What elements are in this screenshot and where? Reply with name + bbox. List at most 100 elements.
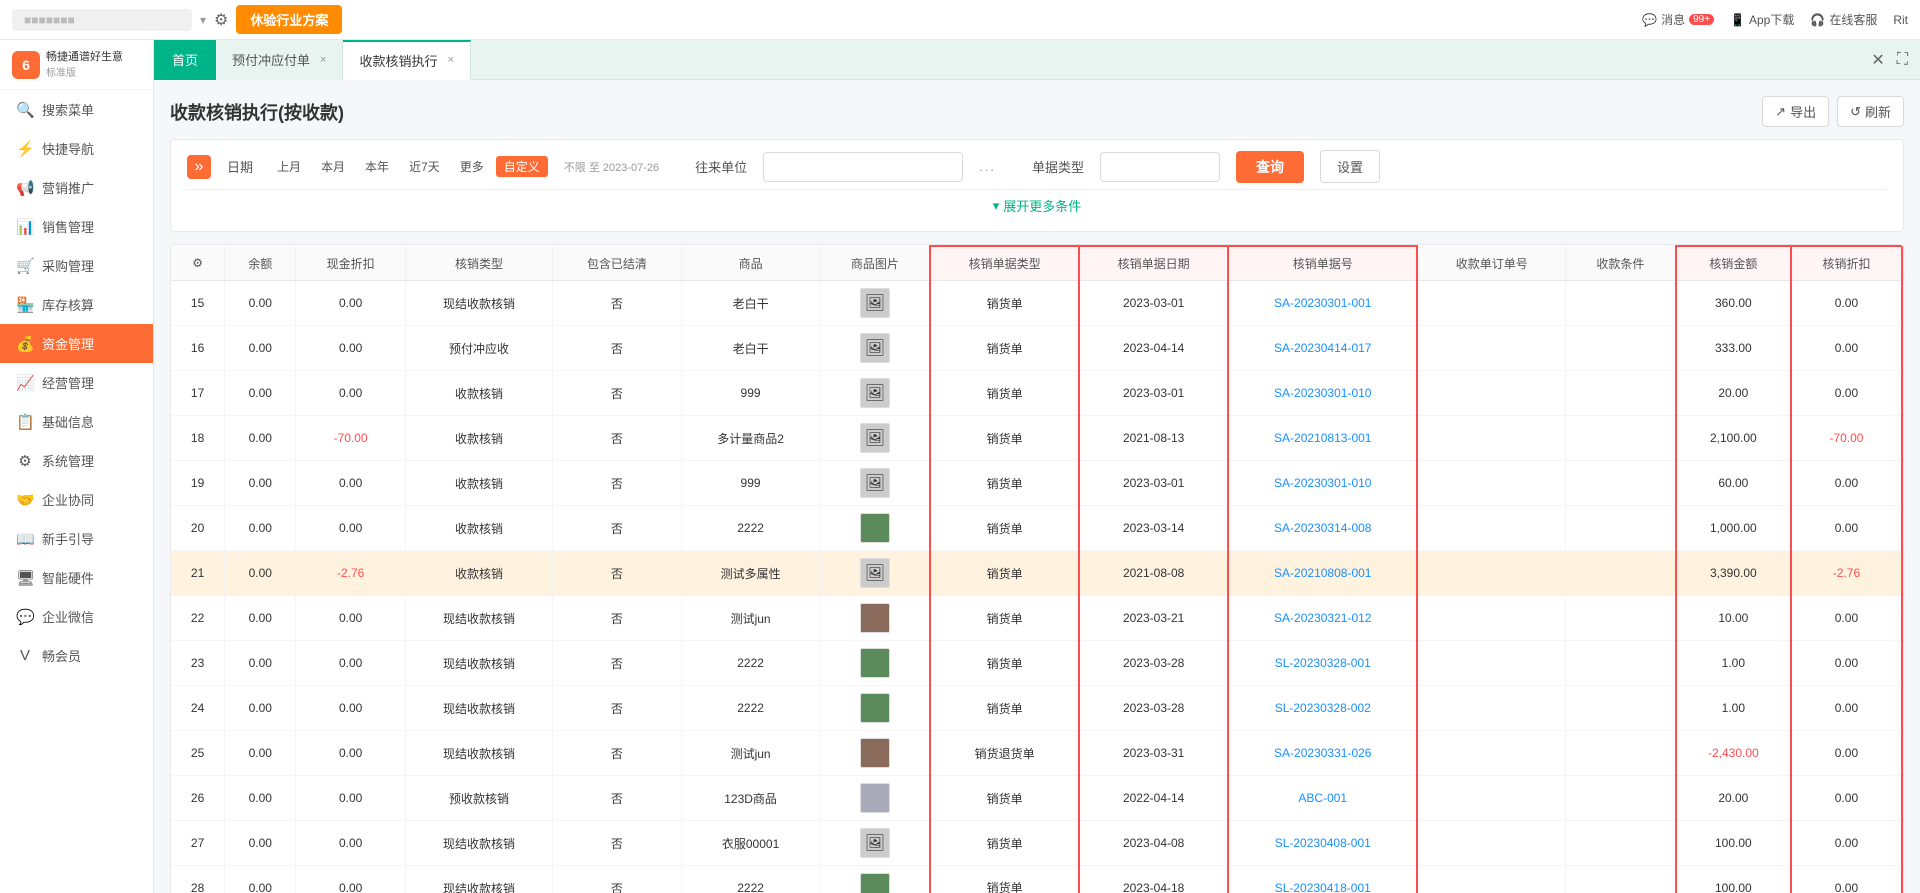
- sidebar-icon-2: 📢: [16, 179, 34, 197]
- cell-discount: -70.00: [1791, 416, 1902, 461]
- sidebar-item-10[interactable]: 🤝 企业协同: [0, 480, 153, 519]
- sidebar-item-7[interactable]: 📈 经营管理: [0, 363, 153, 402]
- tab-writeoff[interactable]: 收款核销执行 ×: [343, 40, 470, 80]
- cell-goods-img: 🖼: [820, 551, 930, 596]
- cell-doc-no: SA-20230314-008: [1228, 506, 1417, 551]
- logo-name: 畅捷通谱好生意: [46, 50, 123, 64]
- sidebar-item-2[interactable]: 📢 营销推广: [0, 168, 153, 207]
- tab-prepay-close[interactable]: ×: [320, 54, 326, 66]
- cell-discount: 0.00: [1791, 731, 1902, 776]
- sidebar-item-13[interactable]: 💬 企业微信: [0, 597, 153, 636]
- doc-no-link[interactable]: SA-20230301-010: [1274, 386, 1371, 400]
- doc-no-link[interactable]: SA-20230301-010: [1274, 476, 1371, 490]
- cell-amount: 100.00: [1676, 821, 1791, 866]
- tab-home[interactable]: 首页: [154, 40, 216, 80]
- last-month-btn[interactable]: 上月: [269, 156, 309, 177]
- sidebar-item-9[interactable]: ⚙ 系统管理: [0, 441, 153, 480]
- maximize-window-button[interactable]: ⛶: [1893, 47, 1912, 73]
- app-download-button[interactable]: 📱 App下载: [1730, 11, 1794, 28]
- date-range-text: 不限 至 2023-07-26: [564, 159, 659, 175]
- doc-no-link[interactable]: SL-20230328-002: [1275, 701, 1371, 715]
- doc-no-link[interactable]: SA-20210808-001: [1274, 566, 1371, 580]
- this-year-btn[interactable]: 本年: [357, 156, 397, 177]
- page-title: 收款核销执行(按收款): [170, 99, 344, 125]
- this-month-btn[interactable]: 本月: [313, 156, 353, 177]
- query-button[interactable]: 查询: [1236, 151, 1304, 183]
- sidebar-icon-5: 🏪: [16, 296, 34, 314]
- online-service-button[interactable]: 🎧 在线客服: [1810, 11, 1877, 28]
- doc-no-link[interactable]: SL-20230418-001: [1275, 881, 1371, 893]
- cell-included: 否: [553, 551, 681, 596]
- sidebar-item-0[interactable]: 🔍 搜索菜单: [0, 90, 153, 129]
- sidebar-item-12[interactable]: 🖥 智能硬件: [0, 558, 153, 597]
- custom-date-btn[interactable]: 自定义: [496, 156, 548, 177]
- doc-no-link[interactable]: SL-20230408-001: [1275, 836, 1371, 850]
- sidebar: 6 畅捷通谱好生意 标准版 🔍 搜索菜单 ⚡ 快捷导航 📢 营销推广 📊 销售管…: [0, 40, 154, 893]
- cell-doc-no: SL-20230328-002: [1228, 686, 1417, 731]
- cell-order-no: [1417, 731, 1565, 776]
- doc-no-link[interactable]: SA-20230331-026: [1274, 746, 1371, 760]
- cell-goods-img: 🖼: [820, 281, 930, 326]
- logo-version: 标准版: [46, 64, 123, 79]
- sidebar-item-11[interactable]: 📖 新手引导: [0, 519, 153, 558]
- sidebar-item-3[interactable]: 📊 销售管理: [0, 207, 153, 246]
- doc-no-link[interactable]: SA-20230321-012: [1274, 611, 1371, 625]
- message-button[interactable]: 💬 消息 99+: [1642, 11, 1714, 28]
- cell-goods: 2222: [681, 686, 820, 731]
- expand-conditions[interactable]: ▾ 展开更多条件: [187, 189, 1887, 221]
- export-button[interactable]: ↗ 导出: [1762, 96, 1829, 127]
- cell-cash-discount: 0.00: [296, 461, 405, 506]
- sidebar-icon-0: 🔍: [16, 101, 34, 119]
- cell-goods-img: [820, 506, 930, 551]
- cell-discount: 0.00: [1791, 596, 1902, 641]
- more-date-btn[interactable]: 更多: [452, 156, 492, 177]
- tab-writeoff-close[interactable]: ×: [447, 54, 453, 66]
- doc-no-link[interactable]: SA-20230314-008: [1274, 521, 1371, 535]
- cell-order-no: [1417, 416, 1565, 461]
- col-order-no: 收款单订单号: [1417, 246, 1565, 281]
- sidebar-item-14[interactable]: V 畅会员: [0, 636, 153, 675]
- doc-no-link[interactable]: SA-20230414-017: [1274, 341, 1371, 355]
- cell-id: 19: [171, 461, 225, 506]
- filter-toggle-button[interactable]: »: [187, 155, 211, 179]
- message-badge: 99+: [1689, 14, 1714, 25]
- cell-type: 收款核销: [405, 416, 552, 461]
- cell-doc-no: SL-20230418-001: [1228, 866, 1417, 893]
- doc-no-link[interactable]: ABC-001: [1298, 791, 1347, 805]
- cell-included: 否: [553, 371, 681, 416]
- seven-days-btn[interactable]: 近7天: [401, 156, 448, 177]
- settings-icon[interactable]: ⚙: [214, 10, 228, 30]
- cell-balance: 0.00: [225, 371, 296, 416]
- settings-button[interactable]: 设置: [1320, 150, 1380, 183]
- sidebar-item-1[interactable]: ⚡ 快捷导航: [0, 129, 153, 168]
- cell-doc-date: 2023-03-14: [1079, 506, 1228, 551]
- export-icon: ↗: [1775, 104, 1786, 120]
- sidebar-item-8[interactable]: 📋 基础信息: [0, 402, 153, 441]
- dropdown-chevron-icon[interactable]: ▾: [200, 13, 206, 27]
- doc-no-link[interactable]: SA-20230301-001: [1274, 296, 1371, 310]
- tab-prepay[interactable]: 预付冲应付单 ×: [216, 40, 343, 80]
- cell-condition: [1566, 281, 1676, 326]
- table-row: 17 0.00 0.00 收款核销 否 999 🖼 销货单 2023-03-01…: [171, 371, 1902, 416]
- goods-image: [860, 738, 890, 768]
- cell-balance: 0.00: [225, 326, 296, 371]
- industry-solution-button[interactable]: 休验行业方案: [236, 5, 342, 34]
- cell-order-no: [1417, 866, 1565, 893]
- doc-no-link[interactable]: SA-20210813-001: [1274, 431, 1371, 445]
- doc-no-link[interactable]: SL-20230328-001: [1275, 656, 1371, 670]
- user-account[interactable]: Rit: [1893, 13, 1908, 27]
- cell-id: 24: [171, 686, 225, 731]
- sidebar-item-4[interactable]: 🛒 采购管理: [0, 246, 153, 285]
- order-type-select[interactable]: [1100, 152, 1220, 182]
- top-bar-right: 💬 消息 99+ 📱 App下载 🎧 在线客服 Rit: [1642, 11, 1908, 28]
- sidebar-item-6[interactable]: 💰 资金管理: [0, 324, 153, 363]
- close-window-button[interactable]: ✕: [1867, 46, 1888, 74]
- partner-input[interactable]: [763, 152, 963, 182]
- refresh-button[interactable]: ↺ 刷新: [1837, 96, 1904, 127]
- sidebar-label-9: 系统管理: [42, 451, 94, 470]
- top-bar-search[interactable]: ■■■■■■■: [12, 9, 192, 31]
- tab-writeoff-label: 收款核销执行: [359, 51, 437, 70]
- cell-id: 25: [171, 731, 225, 776]
- sidebar-item-5[interactable]: 🏪 库存核算: [0, 285, 153, 324]
- cell-included: 否: [553, 281, 681, 326]
